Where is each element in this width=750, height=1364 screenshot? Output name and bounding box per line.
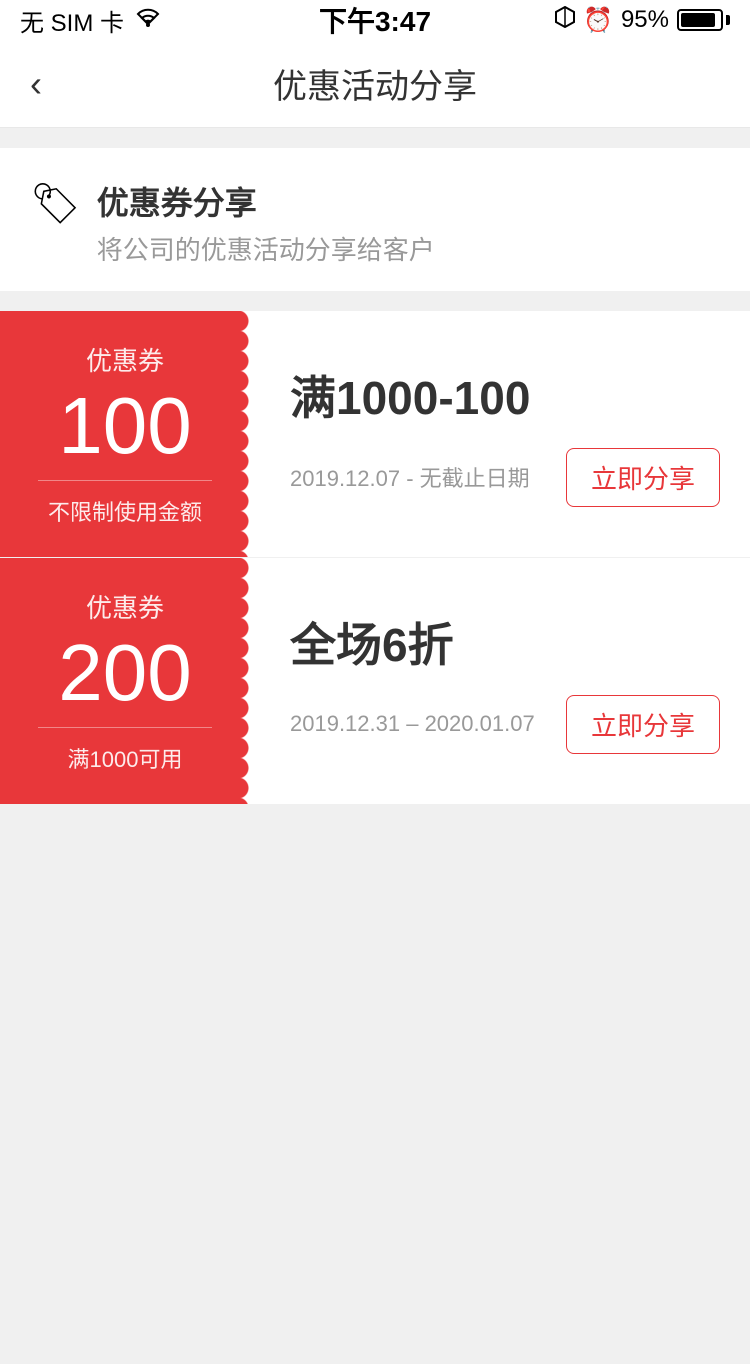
coupon-card-2: 优惠券 200 满1000可用 全场6折 2019.12.31 – 2020.0…	[0, 558, 750, 804]
coupon-label-1: 优惠券	[86, 341, 164, 378]
coupon-list: 优惠券 100 不限制使用金额 满1000-100 2019.12.07 - 无…	[0, 311, 750, 804]
coupon-meta-1: 2019.12.07 - 无截止日期 立即分享	[290, 448, 720, 507]
coupon-amount-1: 100	[58, 386, 191, 466]
coupon-left-2: 优惠券 200 满1000可用	[0, 558, 250, 804]
coupon-left-1: 优惠券 100 不限制使用金额	[0, 311, 250, 557]
status-right: ⏰ 95%	[555, 6, 730, 35]
coupon-name-2: 全场6折	[290, 609, 720, 675]
carrier-text: 无 SIM 卡	[20, 3, 124, 38]
coupon-card-1: 优惠券 100 不限制使用金额 满1000-100 2019.12.07 - 无…	[0, 311, 750, 558]
battery-text: 95%	[621, 6, 669, 34]
wifi-icon	[134, 6, 162, 35]
coupon-divider-2	[38, 727, 212, 728]
coupon-date-2: 2019.12.31 – 2020.01.07	[290, 711, 535, 737]
page-title: 优惠活动分享	[273, 59, 477, 108]
status-bar: 无 SIM 卡 下午3:47 ⏰ 95%	[0, 0, 750, 40]
section-header: 🏷 优惠券分享 将公司的优惠活动分享给客户	[0, 148, 750, 291]
coupon-right-2: 全场6折 2019.12.31 – 2020.01.07 立即分享	[250, 558, 750, 804]
empty-area	[0, 804, 750, 1364]
coupon-meta-2: 2019.12.31 – 2020.01.07 立即分享	[290, 695, 720, 754]
alarm-icon: ⏰	[583, 6, 613, 35]
battery-icon	[677, 9, 730, 31]
coupon-amount-2: 200	[58, 633, 191, 713]
back-button[interactable]: ‹	[30, 63, 42, 105]
coupon-condition-2: 满1000可用	[68, 742, 183, 774]
location-icon	[555, 6, 575, 35]
coupon-divider-1	[38, 480, 212, 481]
section-title: 优惠券分享	[97, 178, 435, 224]
nav-bar: ‹ 优惠活动分享	[0, 40, 750, 128]
coupon-date-1: 2019.12.07 - 无截止日期	[290, 461, 530, 493]
coupon-label-2: 优惠券	[86, 588, 164, 625]
share-button-1[interactable]: 立即分享	[566, 448, 720, 507]
section-text: 优惠券分享 将公司的优惠活动分享给客户	[97, 178, 435, 267]
status-left: 无 SIM 卡	[20, 3, 162, 38]
coupon-right-1: 满1000-100 2019.12.07 - 无截止日期 立即分享	[250, 311, 750, 557]
coupon-name-1: 满1000-100	[290, 362, 720, 428]
section-subtitle: 将公司的优惠活动分享给客户	[97, 230, 435, 267]
share-button-2[interactable]: 立即分享	[566, 695, 720, 754]
section-icon: 🏷	[30, 180, 81, 227]
status-time: 下午3:47	[319, 0, 431, 40]
coupon-condition-1: 不限制使用金额	[48, 495, 202, 527]
